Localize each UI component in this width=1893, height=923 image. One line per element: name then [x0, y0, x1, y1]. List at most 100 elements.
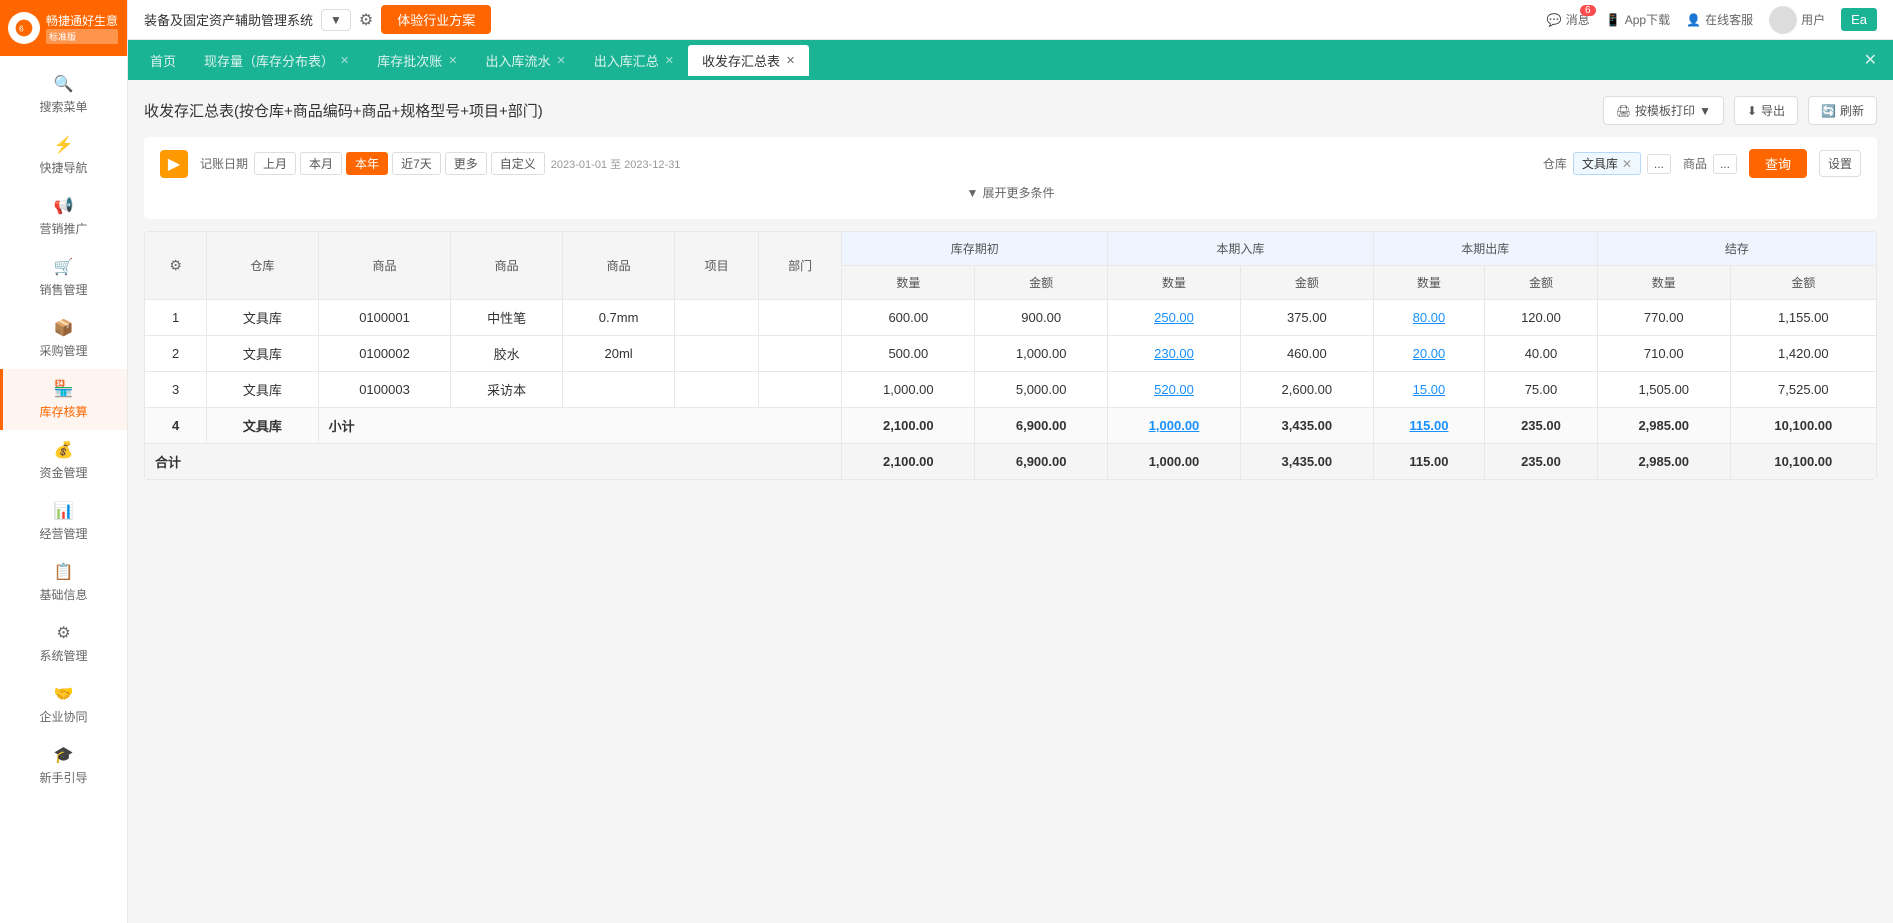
trial-button[interactable]: 体验行业方案: [381, 5, 491, 34]
tab-flow[interactable]: 出入库流水 ✕: [471, 45, 579, 76]
basics-icon: 📋: [54, 562, 74, 582]
col-goods-code-header: 商品: [318, 232, 451, 300]
notification-bell[interactable]: 💬 消息 6: [1547, 11, 1590, 28]
warehouse-ellipsis-button[interactable]: ...: [1647, 154, 1671, 174]
out-qty-link[interactable]: 15.00: [1413, 382, 1446, 397]
total-in-amt: 3,435.00: [1240, 444, 1373, 480]
ea-button[interactable]: Ea: [1841, 8, 1877, 31]
refresh-button[interactable]: 🔄 刷新: [1808, 96, 1877, 125]
row-no: 1: [145, 300, 207, 336]
sidebar-item-purchase[interactable]: 📦 采购管理: [0, 308, 127, 369]
settings-button[interactable]: 设置: [1819, 150, 1861, 177]
page-content: 收发存汇总表(按仓库+商品编码+商品+规格型号+项目+部门) 🖨 按模板打印 ▼…: [128, 80, 1893, 923]
date-range-display: 2023-01-01 至 2023-12-31: [551, 156, 681, 172]
row-opening-qty: 1,000.00: [842, 372, 975, 408]
search-menu-icon: 🔍: [54, 74, 74, 94]
out-qty-link[interactable]: 80.00: [1413, 310, 1446, 325]
sidebar-item-cooperation[interactable]: 🤝 企业协同: [0, 674, 127, 735]
date-btn-last-month[interactable]: 上月: [254, 152, 296, 175]
total-balance-qty: 2,985.00: [1597, 444, 1730, 480]
date-btn-custom[interactable]: 自定义: [491, 152, 545, 175]
row-out-qty[interactable]: 20.00: [1373, 336, 1484, 372]
sidebar-item-search[interactable]: 🔍 搜索菜单: [0, 64, 127, 125]
row-goods-code: 0100001: [318, 300, 451, 336]
page-actions: 🖨 按模板打印 ▼ ⬇ 导出 🔄 刷新: [1603, 96, 1877, 125]
tab-summary[interactable]: 出入库汇总 ✕: [580, 45, 688, 76]
sidebar-item-basics[interactable]: 📋 基础信息: [0, 552, 127, 613]
row-goods-spec: [562, 372, 675, 408]
row-in-qty[interactable]: 520.00: [1108, 372, 1241, 408]
col-settings-header[interactable]: ⚙: [145, 232, 207, 300]
row-goods-code: 0100003: [318, 372, 451, 408]
sidebar-item-operations[interactable]: 📊 经营管理: [0, 491, 127, 552]
tab-close-collection-summary[interactable]: ✕: [786, 54, 795, 67]
col-group-out-header: 本期出库: [1373, 232, 1597, 266]
in-amt-header: 金额: [1240, 266, 1373, 300]
query-button[interactable]: 查询: [1749, 149, 1807, 178]
user-avatar: [1769, 6, 1797, 34]
goods-ellipsis-button[interactable]: ...: [1713, 154, 1737, 174]
date-btn-this-year[interactable]: 本年: [346, 152, 388, 175]
expand-conditions-button[interactable]: ▼ 展开更多条件: [967, 184, 1055, 201]
date-filter-group: 记账日期 上月 本月 本年 近7天 更多 自定义 2023-01-01 至 20…: [200, 152, 680, 175]
sidebar-item-shortcut[interactable]: ⚡ 快捷导航: [0, 125, 127, 186]
warehouse-tag-close[interactable]: ✕: [1622, 157, 1632, 171]
tab-close-summary[interactable]: ✕: [665, 54, 674, 67]
sidebar-nav: 🔍 搜索菜单 ⚡ 快捷导航 📢 营销推广 🛒 销售管理 📦 采购管理 🏪 库存核…: [0, 56, 127, 923]
online-service[interactable]: 👤 在线客服: [1686, 11, 1753, 28]
in-qty-link[interactable]: 520.00: [1154, 382, 1194, 397]
service-icon: 👤: [1686, 13, 1701, 27]
tab-home[interactable]: 首页: [136, 45, 190, 76]
subtotal-in-qty-link[interactable]: 1,000.00: [1149, 418, 1200, 433]
settings-gear-icon[interactable]: ⚙: [359, 10, 373, 30]
total-out-qty: 115.00: [1373, 444, 1484, 480]
subtotal-out-qty-link[interactable]: 115.00: [1409, 418, 1448, 433]
tab-inventory-distribution-label: 现存量（库存分布表）: [204, 51, 334, 70]
tab-inventory-distribution[interactable]: 现存量（库存分布表） ✕: [190, 45, 363, 76]
filter-row-1: ▶ 记账日期 上月 本月 本年 近7天 更多 自定义 2023-01-01 至 …: [160, 149, 1861, 178]
close-all-tabs-icon[interactable]: ✕: [1856, 50, 1885, 70]
app-download[interactable]: 📱 App下载: [1606, 11, 1670, 28]
col-warehouse-header: 仓库: [207, 232, 318, 300]
logo-main-text: 畅捷通好生意: [46, 12, 118, 29]
in-qty-link[interactable]: 230.00: [1154, 346, 1194, 361]
tab-close-inventory-distribution[interactable]: ✕: [340, 54, 349, 67]
subtotal-label: 小计: [318, 408, 842, 444]
date-btn-7days[interactable]: 近7天: [392, 152, 441, 175]
sidebar-item-marketing[interactable]: 📢 营销推广: [0, 186, 127, 247]
print-template-button[interactable]: 🖨 按模板打印 ▼: [1603, 96, 1724, 125]
tab-close-batch[interactable]: ✕: [448, 54, 457, 67]
col-settings-icon: ⚙: [169, 257, 182, 273]
user-menu[interactable]: 用户: [1769, 6, 1825, 34]
tab-collection-summary[interactable]: 收发存汇总表 ✕: [688, 45, 809, 76]
date-btn-this-month[interactable]: 本月: [300, 152, 342, 175]
in-qty-link[interactable]: 250.00: [1154, 310, 1194, 325]
table-row: 2 文具库 0100002 胶水 20ml 500.00 1,000.00 23…: [145, 336, 1877, 372]
row-balance-qty: 710.00: [1597, 336, 1730, 372]
subtotal-out-qty: 115.00: [1373, 408, 1484, 444]
sidebar-item-system[interactable]: ⚙ 系统管理: [0, 613, 127, 674]
expand-row: ▼ 展开更多条件: [160, 178, 1861, 207]
tab-bar: 首页 现存量（库存分布表） ✕ 库存批次账 ✕ 出入库流水 ✕ 出入库汇总 ✕ …: [128, 40, 1893, 80]
sidebar-item-inventory[interactable]: 🏪 库存核算: [0, 369, 127, 430]
total-opening-qty: 2,100.00: [842, 444, 975, 480]
row-out-qty[interactable]: 80.00: [1373, 300, 1484, 336]
sidebar-item-finance[interactable]: 💰 资金管理: [0, 430, 127, 491]
row-in-qty[interactable]: 250.00: [1108, 300, 1241, 336]
row-out-qty[interactable]: 15.00: [1373, 372, 1484, 408]
tab-close-flow[interactable]: ✕: [557, 54, 566, 67]
row-dept: [758, 300, 842, 336]
export-button[interactable]: ⬇ 导出: [1734, 96, 1798, 125]
date-btn-more[interactable]: 更多: [445, 152, 487, 175]
tab-batch[interactable]: 库存批次账 ✕: [363, 45, 471, 76]
row-opening-qty: 600.00: [842, 300, 975, 336]
print-dropdown-icon: ▼: [1699, 104, 1711, 118]
system-selector[interactable]: ▼: [321, 9, 351, 31]
row-dept: [758, 336, 842, 372]
out-qty-link[interactable]: 20.00: [1413, 346, 1446, 361]
row-in-qty[interactable]: 230.00: [1108, 336, 1241, 372]
filter-toggle-button[interactable]: ▶: [160, 150, 188, 178]
row-opening-amt: 900.00: [975, 300, 1108, 336]
sidebar-item-guide[interactable]: 🎓 新手引导: [0, 735, 127, 796]
sidebar-item-sales[interactable]: 🛒 销售管理: [0, 247, 127, 308]
